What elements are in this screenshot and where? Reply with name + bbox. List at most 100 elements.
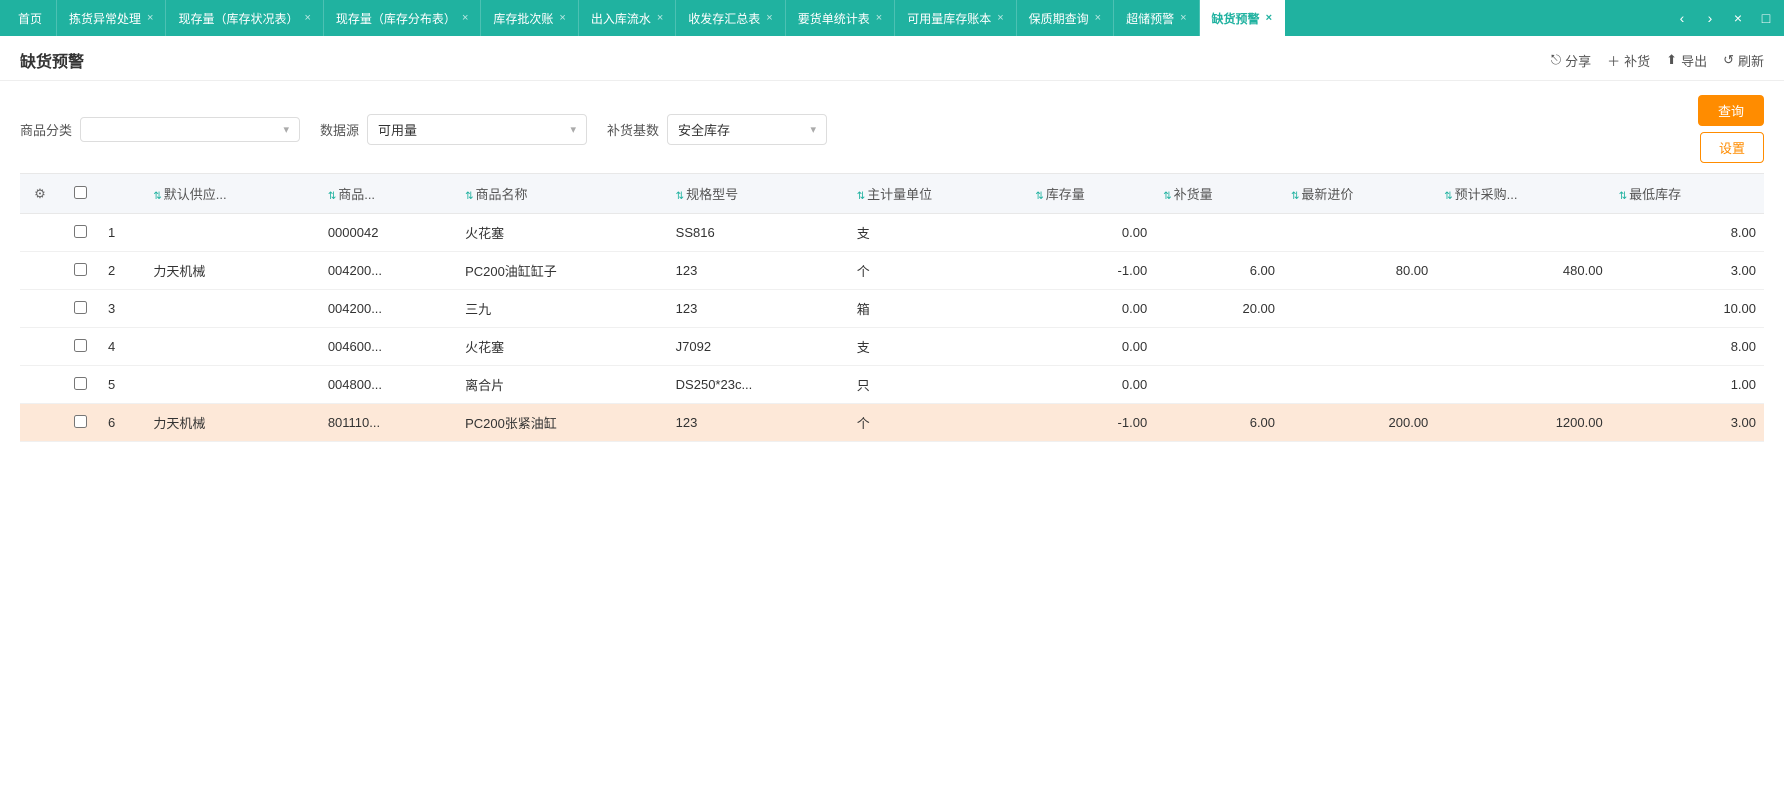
- row-checkbox-cell: [60, 290, 100, 328]
- row-checkbox-cell: [60, 404, 100, 442]
- row-supplier: [145, 328, 319, 366]
- row-stock: 0.00: [1027, 290, 1155, 328]
- row-checkbox[interactable]: [74, 339, 87, 352]
- tab-close-icon[interactable]: ×: [657, 12, 663, 24]
- tab-home[interactable]: 首页: [4, 0, 57, 36]
- row-stock: 0.00: [1027, 366, 1155, 404]
- row-latest-price: [1283, 290, 1436, 328]
- row-name: PC200张紧油缸: [457, 404, 668, 442]
- row-checkbox[interactable]: [74, 301, 87, 314]
- row-checkbox[interactable]: [74, 377, 87, 390]
- tab-close-icon[interactable]: ×: [1095, 12, 1101, 24]
- tab-label: 可用量库存账本: [907, 10, 991, 27]
- tab-next-button[interactable]: ›: [1696, 0, 1724, 36]
- tab-prev-button[interactable]: ‹: [1668, 0, 1696, 36]
- row-latest-price: [1283, 214, 1436, 252]
- col-header-replenish[interactable]: ⇅补货量: [1155, 174, 1283, 214]
- tab-close-icon[interactable]: ×: [559, 12, 565, 24]
- tab-label: 现存量（库存分布表）: [336, 10, 456, 27]
- tab-close-icon[interactable]: ×: [462, 12, 468, 24]
- row-min-stock: 3.00: [1611, 252, 1764, 290]
- category-select[interactable]: ▾: [80, 117, 300, 142]
- row-supplier: 力天机械: [145, 252, 319, 290]
- row-estimate-purchase: [1436, 214, 1610, 252]
- row-number: 4: [100, 328, 145, 366]
- select-all-checkbox[interactable]: [74, 186, 87, 199]
- tab-close-icon[interactable]: ×: [1180, 12, 1186, 24]
- row-supplier: [145, 214, 319, 252]
- row-name: 火花塞: [457, 328, 668, 366]
- row-min-stock: 8.00: [1611, 214, 1764, 252]
- sort-icon-unit: ⇅: [857, 191, 865, 202]
- col-header-stock[interactable]: ⇅库存量: [1027, 174, 1155, 214]
- share-icon: ⎋: [1551, 52, 1561, 68]
- tab-stock-dist[interactable]: 现存量（库存分布表） ×: [324, 0, 481, 36]
- table-row: 5004800...离合片DS250*23c...只0.001.00: [20, 366, 1764, 404]
- row-replenish: [1155, 328, 1283, 366]
- tab-label: 要货单统计表: [798, 10, 870, 27]
- gear-icon[interactable]: ⚙: [34, 186, 46, 201]
- filter-actions: 查询 设置: [1698, 95, 1764, 163]
- tab-exception[interactable]: 拣货异常处理 ×: [57, 0, 166, 36]
- tab-close-icon[interactable]: ×: [1266, 12, 1272, 24]
- tab-label: 拣货异常处理: [69, 10, 141, 27]
- tab-bar: 首页拣货异常处理×现存量（库存状况表）×现存量（库存分布表）×库存批次账×出入库…: [0, 0, 1784, 36]
- export-button[interactable]: ⬆ 导出: [1666, 51, 1707, 70]
- row-unit: 个: [849, 404, 1028, 442]
- col-header-min_stock[interactable]: ⇅最低库存: [1611, 174, 1764, 214]
- tab-close-icon[interactable]: ×: [304, 12, 310, 24]
- row-code: 0000042: [320, 214, 457, 252]
- col-header-unit[interactable]: ⇅主计量单位: [849, 174, 1028, 214]
- replenish-button[interactable]: ＋ 补货: [1607, 51, 1650, 70]
- sort-icon-replenish: ⇅: [1163, 191, 1171, 202]
- row-number: 2: [100, 252, 145, 290]
- query-button[interactable]: 查询: [1698, 95, 1764, 126]
- tab-avail-ledger[interactable]: 可用量库存账本 ×: [895, 0, 1016, 36]
- main-content: 缺货预警 ⎋ 分享 ＋ 补货 ⬆ 导出 ↺ 刷新 商品分类: [0, 36, 1784, 796]
- row-checkbox-cell: [60, 328, 100, 366]
- tab-overstock[interactable]: 超储预警 ×: [1114, 0, 1199, 36]
- datasource-select[interactable]: 可用量 ▾: [367, 114, 587, 145]
- row-supplier: 力天机械: [145, 404, 319, 442]
- tab-inout[interactable]: 出入库流水×: [579, 0, 676, 36]
- refresh-button[interactable]: ↺ 刷新: [1723, 51, 1764, 70]
- shortage-table: ⚙⇅默认供应...⇅商品...⇅商品名称⇅规格型号⇅主计量单位⇅库存量⇅补货量⇅…: [20, 173, 1764, 442]
- tab-label: 库存批次账: [493, 10, 553, 27]
- tab-shortage[interactable]: 缺货预警×: [1200, 0, 1285, 36]
- tab-batch[interactable]: 库存批次账 ×: [481, 0, 578, 36]
- share-button[interactable]: ⎋ 分享: [1551, 51, 1591, 70]
- tab-label: 超储预警: [1126, 10, 1174, 27]
- tab-close-button[interactable]: ×: [1724, 0, 1752, 36]
- col-header-spec[interactable]: ⇅规格型号: [668, 174, 849, 214]
- table-row: 10000042火花塞SS816支0.008.00: [20, 214, 1764, 252]
- row-spec: J7092: [668, 328, 849, 366]
- category-label: 商品分类: [20, 120, 72, 139]
- tab-close-icon[interactable]: ×: [766, 12, 772, 24]
- tab-close-icon[interactable]: ×: [147, 12, 153, 24]
- row-unit: 个: [849, 252, 1028, 290]
- tab-close-icon[interactable]: ×: [997, 12, 1003, 24]
- replenish-base-select[interactable]: 安全库存 ▾: [667, 114, 827, 145]
- col-header-estimate_purchase[interactable]: ⇅预计采购...: [1436, 174, 1610, 214]
- tab-close-icon[interactable]: ×: [876, 12, 882, 24]
- table-row: 3004200...三九123箱0.0020.0010.00: [20, 290, 1764, 328]
- row-checkbox[interactable]: [74, 225, 87, 238]
- col-header-code[interactable]: ⇅商品...: [320, 174, 457, 214]
- row-latest-price: [1283, 366, 1436, 404]
- tab-expand-button[interactable]: □: [1752, 0, 1780, 36]
- col-header-latest_price[interactable]: ⇅最新进价: [1283, 174, 1436, 214]
- row-checkbox[interactable]: [74, 415, 87, 428]
- settings-button[interactable]: 设置: [1700, 132, 1764, 163]
- col-header-supplier[interactable]: ⇅默认供应...: [145, 174, 319, 214]
- tab-receive[interactable]: 收发存汇总表×: [676, 0, 785, 36]
- row-number: 5: [100, 366, 145, 404]
- row-checkbox[interactable]: [74, 263, 87, 276]
- tab-stock-status[interactable]: 现存量（库存状况表）×: [166, 0, 323, 36]
- tab-order-stat[interactable]: 要货单统计表 ×: [786, 0, 895, 36]
- row-name: 三九: [457, 290, 668, 328]
- row-estimate-purchase: [1436, 290, 1610, 328]
- sort-icon-spec: ⇅: [676, 191, 684, 202]
- row-stock: 0.00: [1027, 214, 1155, 252]
- tab-expire[interactable]: 保质期查询×: [1017, 0, 1114, 36]
- col-header-name[interactable]: ⇅商品名称: [457, 174, 668, 214]
